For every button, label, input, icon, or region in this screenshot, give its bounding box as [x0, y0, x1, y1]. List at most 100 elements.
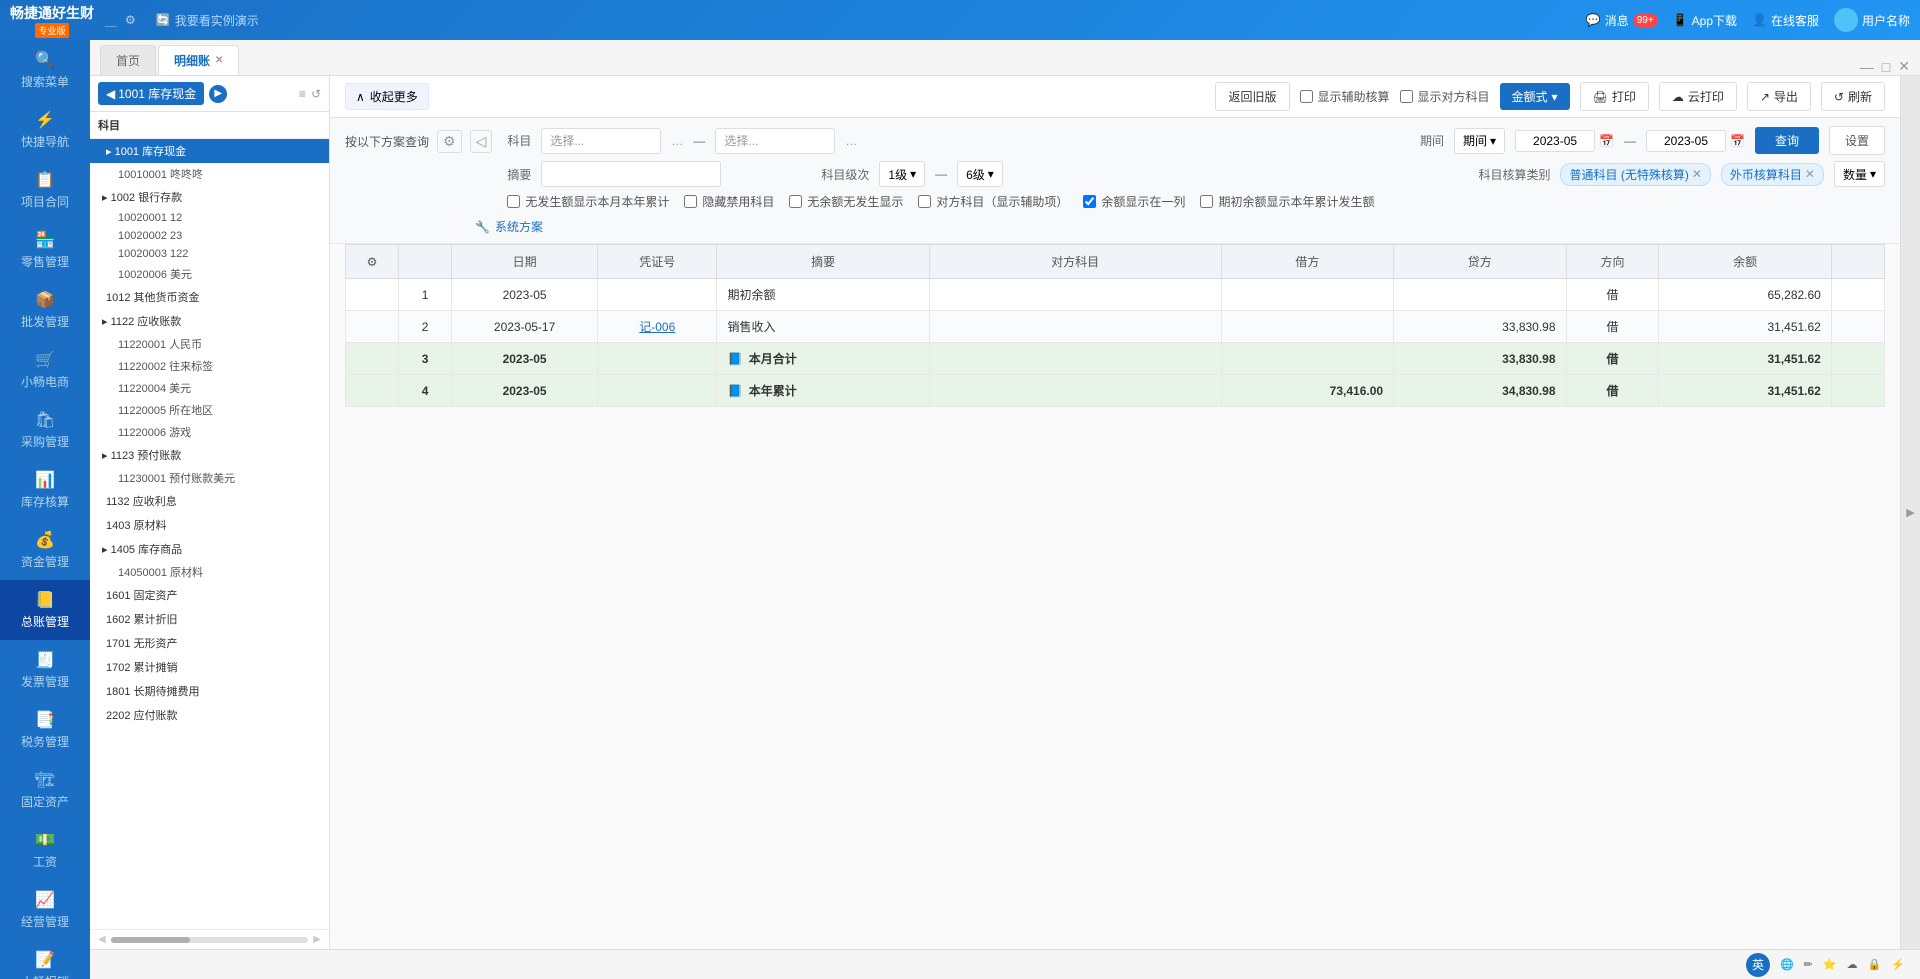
cb-hide-disabled-input[interactable] — [684, 195, 697, 208]
online-service-btn[interactable]: 👤 在线客服 — [1752, 12, 1819, 29]
row-settings-2[interactable] — [346, 311, 399, 343]
subject-to-input[interactable]: 选择... — [715, 128, 835, 154]
sidebar-item-assets[interactable]: 🏗 固定资产 — [0, 760, 90, 820]
row-settings-3[interactable] — [346, 343, 399, 375]
sidebar-item-project[interactable]: 📋 项目合同 — [0, 160, 90, 220]
tree-nav-right-icon[interactable]: ▶ — [209, 85, 227, 103]
window-maximize-icon[interactable]: □ — [1882, 59, 1890, 75]
sidebar-item-wholesale[interactable]: 📦 批发管理 — [0, 280, 90, 340]
tag-foreign[interactable]: 外币核算科目 ✕ — [1721, 163, 1824, 186]
tag-foreign-close-icon[interactable]: ✕ — [1805, 167, 1815, 181]
status-power-icon[interactable]: ⚡ — [1891, 958, 1905, 971]
cb-balance-col-input[interactable] — [1083, 195, 1096, 208]
tree-item-1123[interactable]: ▸ 1123 预付账款 — [90, 443, 329, 467]
sidebar-item-capital[interactable]: 💰 资金管理 — [0, 520, 90, 580]
status-star-icon[interactable]: ⭐ — [1823, 958, 1837, 971]
cb-show-contra-input[interactable] — [918, 195, 931, 208]
quantity-select[interactable]: 数量 ▾ — [1834, 161, 1885, 187]
tab-home[interactable]: 首页 — [100, 45, 156, 75]
period-end-input[interactable] — [1646, 130, 1726, 152]
lang-switch-btn[interactable]: 英 — [1746, 953, 1770, 977]
tree-item-1001[interactable]: ▸ 1001 库存现金 — [90, 139, 329, 163]
voucher-link-2[interactable]: 记-006 — [639, 320, 675, 334]
tree-item-11220004[interactable]: 11220004 美元 — [90, 377, 329, 399]
subject-from-input[interactable]: 选择... — [541, 128, 661, 154]
tree-item-10010001[interactable]: 10010001 咚咚咚 — [90, 163, 329, 185]
calendar-end-icon[interactable]: 📅 — [1730, 134, 1745, 148]
tree-item-1012[interactable]: 1012 其他货币资金 — [90, 285, 329, 309]
scroll-left-icon[interactable]: ◀ — [98, 934, 106, 945]
tree-item-1405[interactable]: ▸ 1405 库存商品 — [90, 537, 329, 561]
notification-btn[interactable]: 💬 消息 99+ — [1586, 12, 1658, 29]
tree-item-11220005[interactable]: 11220005 所在地区 — [90, 399, 329, 421]
collapse-more-btn[interactable]: ∧ 收起更多 — [345, 83, 429, 110]
status-cloud-icon[interactable]: ☁ — [1847, 958, 1858, 971]
tree-item-14050001[interactable]: 14050001 原材料 — [90, 561, 329, 583]
app-download-btn[interactable]: 📱 App下载 — [1673, 12, 1737, 29]
tab-detail[interactable]: 明细账 ✕ — [158, 45, 239, 75]
tag-normal-close-icon[interactable]: ✕ — [1692, 167, 1702, 181]
sidebar-item-tax[interactable]: 📑 税务管理 — [0, 700, 90, 760]
status-translate-icon[interactable]: 🌐 — [1780, 958, 1794, 971]
tree-item-10020001[interactable]: 10020001 12 — [90, 209, 329, 227]
tree-item-10020002[interactable]: 10020002 23 — [90, 227, 329, 245]
scroll-right-icon[interactable]: ▶ — [313, 934, 321, 945]
cloud-print-btn[interactable]: ☁ 云打印 — [1659, 82, 1737, 111]
tree-item-11220002[interactable]: 11220002 往来标签 — [90, 355, 329, 377]
format-btn[interactable]: 金额式 ▾ — [1500, 83, 1570, 110]
level-to-select[interactable]: 6级 ▾ — [957, 161, 1003, 187]
sidebar-item-retail[interactable]: 🏪 零售管理 — [0, 220, 90, 280]
period-type-select[interactable]: 期间 ▾ — [1454, 128, 1505, 154]
scheme-collapse-icon[interactable]: ◁ — [470, 130, 493, 153]
status-edit-icon[interactable]: ✏ — [1804, 958, 1813, 971]
row-settings-1[interactable] — [346, 279, 399, 311]
tree-item-11230001[interactable]: 11230001 预付账款美元 — [90, 467, 329, 489]
status-lock-icon[interactable]: 🔒 — [1868, 958, 1882, 971]
tree-item-1002[interactable]: ▸ 1002 银行存款 — [90, 185, 329, 209]
return-old-btn[interactable]: 返回旧版 — [1215, 82, 1289, 111]
tree-search-current-btn[interactable]: ◀ 1001 库存现金 — [98, 82, 204, 105]
refresh-btn[interactable]: ↺ 刷新 — [1821, 82, 1885, 111]
scheme-settings-icon[interactable]: ⚙ — [437, 130, 462, 153]
sidebar-item-ops[interactable]: 📈 经营管理 — [0, 880, 90, 940]
sidebar-item-invoice[interactable]: 🧾 发票管理 — [0, 640, 90, 700]
col-header-settings[interactable]: ⚙ — [346, 245, 399, 279]
sidebar-item-search[interactable]: 🔍 搜索菜单 — [0, 40, 90, 100]
tag-normal[interactable]: 普通科目 (无特殊核算) ✕ — [1560, 163, 1710, 186]
tree-item-1702[interactable]: 1702 累计摊销 — [90, 655, 329, 679]
summary-input[interactable] — [541, 161, 721, 187]
tree-item-2202[interactable]: 2202 应付账款 — [90, 703, 329, 727]
cb-period-balance-input[interactable] — [1200, 195, 1213, 208]
scheme-btn[interactable]: 🔧 系统方案 — [475, 218, 543, 235]
tree-item-1132[interactable]: 1132 应收利息 — [90, 489, 329, 513]
tree-columns-icon[interactable]: ≡ — [299, 87, 306, 101]
window-control-minimize[interactable]: ＿ — [105, 12, 117, 29]
tree-item-1601[interactable]: 1601 固定资产 — [90, 583, 329, 607]
export-btn[interactable]: ↗ 导出 — [1747, 82, 1811, 111]
sidebar-item-inventory[interactable]: 📊 库存核算 — [0, 460, 90, 520]
show-contra-checkbox[interactable] — [1400, 90, 1413, 103]
settings-gear-icon[interactable]: ⚙ — [125, 13, 136, 27]
row-settings-4[interactable] — [346, 375, 399, 407]
sidebar-item-report[interactable]: 📝 小畅报销 — [0, 940, 90, 979]
tree-refresh-icon[interactable]: ↺ — [311, 87, 321, 101]
cb-no-zero-input[interactable] — [789, 195, 802, 208]
user-btn[interactable]: 用户名称 — [1834, 8, 1910, 32]
tree-item-1403[interactable]: 1403 原材料 — [90, 513, 329, 537]
row-voucher-2[interactable]: 记-006 — [598, 311, 717, 343]
tree-item-11220001[interactable]: 11220001 人民币 — [90, 333, 329, 355]
level-from-select[interactable]: 1级 ▾ — [879, 161, 925, 187]
demo-link[interactable]: 🔄 我要看实例演示 — [156, 12, 259, 29]
sidebar-item-ledger[interactable]: 📒 总账管理 — [0, 580, 90, 640]
sidebar-item-quick[interactable]: ⚡ 快捷导航 — [0, 100, 90, 160]
show-check-checkbox[interactable] — [1300, 90, 1313, 103]
tree-item-1122[interactable]: ▸ 1122 应收账款 — [90, 309, 329, 333]
window-minimize-icon[interactable]: — — [1860, 59, 1874, 75]
tree-item-10020006[interactable]: 10020006 美元 — [90, 263, 329, 285]
cb-no-balance-input[interactable] — [507, 195, 520, 208]
print-btn[interactable]: 🖨 打印 — [1580, 82, 1649, 111]
right-collapse-panel[interactable]: ▶ — [1900, 76, 1920, 949]
sidebar-item-payroll[interactable]: 💵 工资 — [0, 820, 90, 880]
tree-item-1602[interactable]: 1602 累计折旧 — [90, 607, 329, 631]
tree-item-10020003[interactable]: 10020003 122 — [90, 245, 329, 263]
